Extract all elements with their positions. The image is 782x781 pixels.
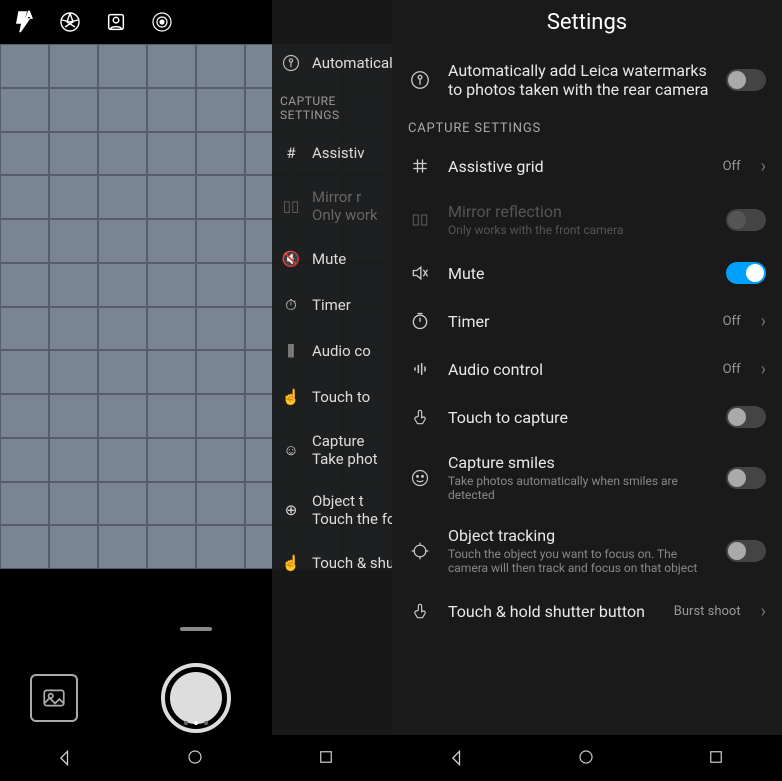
watermark-label: Automatically add Leica watermarks to ph…: [448, 61, 710, 99]
target-icon: ⊕: [280, 499, 302, 521]
audio-value: Off: [723, 362, 741, 377]
touch-hold-icon: ☝: [280, 552, 302, 574]
overlay-section-header: CAPTURE SETTINGS: [272, 86, 392, 130]
hold-value: Burst shoot: [674, 604, 741, 619]
overlay-watermark-label: Automatically add Leica watermarks…: [312, 54, 392, 72]
home-icon[interactable]: [577, 748, 597, 768]
settings-title: Settings: [392, 0, 782, 49]
mute-icon: [408, 261, 432, 285]
touch-toggle[interactable]: [726, 406, 766, 428]
smiles-label: Capture smiles: [448, 453, 710, 472]
smiles-sublabel: Take photos automatically when smiles ar…: [448, 474, 710, 502]
portrait-icon[interactable]: [102, 8, 130, 36]
touch-icon: [408, 405, 432, 429]
row-mute[interactable]: Mute: [392, 249, 782, 297]
camera-page-dots: [184, 721, 208, 725]
row-touch-hold-shutter[interactable]: Touch & hold shutter button Burst shoot …: [392, 587, 782, 635]
row-assistive-grid[interactable]: Assistive grid Off ›: [392, 142, 782, 190]
hold-label: Touch & hold shutter button: [448, 602, 658, 621]
mirror-toggle: [726, 209, 766, 231]
smiles-toggle[interactable]: [726, 467, 766, 489]
watermark-stamp-icon: [408, 68, 432, 92]
audio-icon: ⫼: [280, 340, 302, 362]
home-icon[interactable]: [186, 748, 206, 768]
recents-icon[interactable]: [317, 748, 337, 768]
row-audio-control[interactable]: Audio control Off ›: [392, 345, 782, 393]
audio-bars-icon: [408, 357, 432, 381]
grid-icon: #: [280, 142, 302, 164]
settings-overlay-partial: Automatically add Leica watermarks… CAPT…: [272, 0, 392, 735]
aperture-icon[interactable]: [56, 8, 84, 36]
row-capture-smiles[interactable]: Capture smiles Take photos automatically…: [392, 441, 782, 514]
gallery-button[interactable]: [30, 674, 78, 722]
row-mirror-reflection: Mirror reflection Only works with the fr…: [392, 190, 782, 249]
chevron-right-icon: ›: [761, 156, 766, 177]
chevron-right-icon: ›: [761, 311, 766, 332]
chevron-right-icon: ›: [761, 601, 766, 622]
android-nav-bar: [0, 735, 392, 781]
audio-label: Audio control: [448, 360, 707, 379]
camera-phone-screen: A // decorative windows filled later - f…: [0, 0, 392, 781]
smile-icon: ☺: [280, 439, 302, 461]
timer-value: Off: [723, 314, 741, 329]
dial-icon[interactable]: [148, 8, 176, 36]
svg-text:A: A: [26, 11, 32, 21]
settings-list: Automatically add Leica watermarks to ph…: [392, 49, 782, 765]
row-watermark[interactable]: Automatically add Leica watermarks to ph…: [392, 49, 782, 111]
smile-icon: [408, 466, 432, 490]
mute-icon: 🔇: [280, 248, 302, 270]
row-object-tracking[interactable]: Object tracking Touch the object you wan…: [392, 514, 782, 587]
track-sublabel: Touch the object you want to focus on. T…: [448, 547, 710, 575]
touch-label: Touch to capture: [448, 408, 710, 427]
watermark-toggle[interactable]: [726, 69, 766, 91]
timer-icon: ⏱: [280, 294, 302, 316]
mute-label: Mute: [448, 264, 710, 283]
row-touch-capture[interactable]: Touch to capture: [392, 393, 782, 441]
recents-icon[interactable]: [707, 748, 727, 768]
android-nav-bar: [392, 735, 782, 781]
mirror-sublabel: Only works with the front camera: [448, 223, 710, 237]
touch-icon: ☝: [280, 386, 302, 408]
flash-auto-icon[interactable]: A: [10, 8, 38, 36]
mirror-icon: [408, 208, 432, 232]
touch-hold-icon: [408, 599, 432, 623]
timer-label: Timer: [448, 312, 707, 331]
mirror-label: Mirror reflection: [448, 202, 710, 221]
track-toggle[interactable]: [726, 540, 766, 562]
back-icon[interactable]: [447, 748, 467, 768]
crosshair-icon: [408, 539, 432, 563]
section-capture-settings: CAPTURE SETTINGS: [392, 111, 782, 142]
drawer-handle-icon[interactable]: [180, 627, 212, 631]
settings-phone-screen: Settings Automatically add Leica waterma…: [392, 0, 782, 781]
mute-toggle[interactable]: [726, 262, 766, 284]
watermark-icon: [280, 52, 302, 74]
mirror-icon: ▯▯: [280, 195, 302, 217]
timer-icon: [408, 309, 432, 333]
row-timer[interactable]: Timer Off ›: [392, 297, 782, 345]
back-icon[interactable]: [55, 748, 75, 768]
grid-label: Assistive grid: [448, 157, 707, 176]
track-label: Object tracking: [448, 526, 710, 545]
chevron-right-icon: ›: [761, 359, 766, 380]
grid-icon: [408, 154, 432, 178]
grid-value: Off: [723, 159, 741, 174]
